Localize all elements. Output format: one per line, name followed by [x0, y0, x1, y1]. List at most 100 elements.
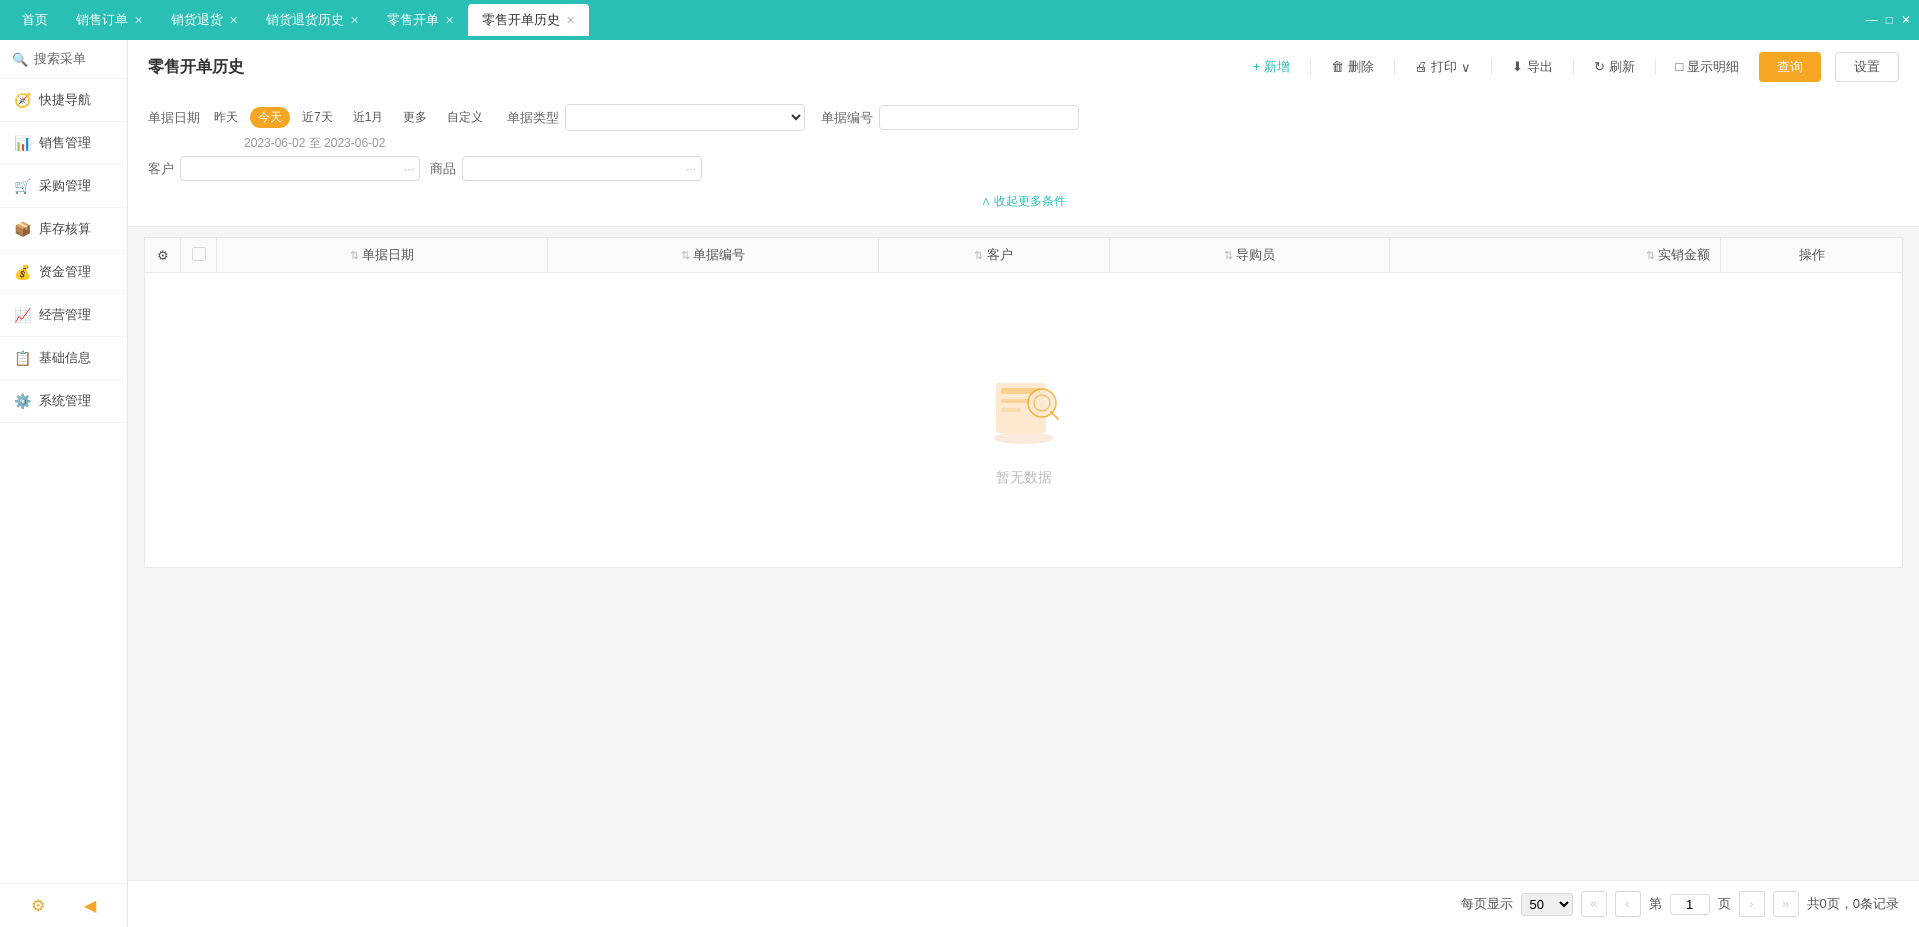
- delete-button[interactable]: 🗑 删除: [1325, 54, 1380, 80]
- doc-type-filter: 单据类型: [507, 104, 805, 131]
- tab-home[interactable]: 首页: [8, 11, 62, 29]
- doc-no-input[interactable]: [879, 105, 1079, 130]
- customer-label: 客户: [148, 160, 174, 178]
- sidebar: 🔍 搜索采单 🧭 快捷导航 📊 销售管理 🛒 采购管理 📦 库存核算 💰 资金管…: [0, 40, 128, 927]
- tab-bar-right: — □ ✕: [1866, 13, 1911, 27]
- header-checkbox[interactable]: [192, 247, 206, 261]
- tab-retail-open-history[interactable]: 零售开单历史 ✕: [468, 4, 589, 36]
- goods-more-btn[interactable]: ···: [686, 162, 696, 176]
- date-option-last7[interactable]: 近7天: [294, 107, 341, 128]
- th-settings[interactable]: ⚙: [145, 238, 181, 273]
- table-header-row: ⚙ ⇅ 单据日期 ⇅ 单据编号 ⇅: [145, 238, 1903, 273]
- sidebar-item-sales-mgmt[interactable]: 📊 销售管理: [0, 122, 127, 165]
- close-icon[interactable]: ✕: [229, 14, 238, 27]
- divider: [1573, 59, 1574, 75]
- tab-retail-open[interactable]: 零售开单 ✕: [373, 4, 468, 36]
- close-icon[interactable]: ✕: [566, 14, 575, 27]
- date-option-last1month[interactable]: 近1月: [345, 107, 392, 128]
- add-button[interactable]: + 新增: [1247, 54, 1296, 80]
- th-actual-amount[interactable]: ⇅ 实销金额: [1390, 238, 1721, 273]
- per-page-select[interactable]: 50 10 20 100: [1521, 893, 1573, 916]
- th-customer[interactable]: ⇅ 客户: [879, 238, 1110, 273]
- divider: [1655, 59, 1656, 75]
- sidebar-item-inventory[interactable]: 📦 库存核算: [0, 208, 127, 251]
- svg-line-7: [1051, 412, 1058, 419]
- sidebar-item-purchase-mgmt[interactable]: 🛒 采购管理: [0, 165, 127, 208]
- last-page-btn[interactable]: »: [1773, 891, 1799, 917]
- next-page-btn[interactable]: ›: [1739, 891, 1765, 917]
- th-doc-date[interactable]: ⇅ 单据日期: [217, 238, 548, 273]
- svg-point-0: [994, 432, 1054, 444]
- sidebar-item-operations[interactable]: 📈 经营管理: [0, 294, 127, 337]
- filter-area: 单据日期 昨天 今天 近7天 近1月 更多 自定义 单据类型: [148, 94, 1899, 226]
- customer-filter: 客户 ···: [148, 156, 414, 181]
- window-maximize-btn[interactable]: □: [1886, 13, 1893, 27]
- empty-state: 暂无数据: [145, 273, 1902, 567]
- pagination-bar: 每页显示 50 10 20 100 « ‹ 第 页 › » 共0页，0条记录: [128, 880, 1919, 927]
- collapse-btn[interactable]: ∧ 收起更多条件: [971, 189, 1076, 214]
- sidebar-footer: ⚙ ◀: [0, 883, 127, 927]
- goods-input[interactable]: [462, 156, 702, 181]
- sidebar-item-basic-info[interactable]: 📋 基础信息: [0, 337, 127, 380]
- tab-sales-return[interactable]: 销货退货 ✕: [157, 4, 252, 36]
- print-button[interactable]: 🖨 打印 ∨: [1409, 54, 1478, 80]
- setting-button[interactable]: 设置: [1835, 52, 1899, 82]
- total-text: 共0页，0条记录: [1807, 895, 1899, 913]
- quick-nav-icon: 🧭: [14, 92, 31, 108]
- date-option-yesterday[interactable]: 昨天: [206, 107, 246, 128]
- content-area: 零售开单历史 + 新增 🗑 删除 🖨 打印 ∨: [128, 40, 1919, 927]
- sidebar-settings-btn[interactable]: ⚙: [31, 896, 45, 915]
- table-body: 暂无数据: [145, 273, 1903, 568]
- table-head: ⚙ ⇅ 单据日期 ⇅ 单据编号 ⇅: [145, 238, 1903, 273]
- th-checkbox[interactable]: [181, 238, 217, 273]
- sidebar-item-sys-mgmt[interactable]: ⚙️ 系统管理: [0, 380, 127, 423]
- sidebar-item-finance[interactable]: 💰 资金管理: [0, 251, 127, 294]
- refresh-button[interactable]: ↻ 刷新: [1588, 54, 1641, 80]
- sidebar-collapse-btn[interactable]: ◀: [84, 896, 96, 915]
- finance-icon: 💰: [14, 264, 31, 280]
- window-close-btn[interactable]: ✕: [1901, 13, 1911, 27]
- print-arrow-icon: ∨: [1461, 60, 1471, 75]
- svg-rect-4: [1001, 408, 1021, 412]
- operations-icon: 📈: [14, 307, 31, 323]
- window-minimize-btn[interactable]: —: [1866, 13, 1878, 27]
- date-option-custom[interactable]: 自定义: [439, 107, 491, 128]
- goods-filter: 商品 ···: [430, 156, 696, 181]
- export-button[interactable]: ⬇ 导出: [1506, 54, 1559, 80]
- sort-icon-up: ⇅: [350, 249, 359, 261]
- query-button[interactable]: 查询: [1759, 52, 1821, 82]
- first-page-btn[interactable]: «: [1581, 891, 1607, 917]
- page-input[interactable]: [1670, 894, 1710, 915]
- doc-type-select[interactable]: [565, 104, 805, 131]
- date-option-more[interactable]: 更多: [395, 107, 435, 128]
- th-guide[interactable]: ⇅ 导购员: [1109, 238, 1390, 273]
- customer-more-btn[interactable]: ···: [404, 162, 414, 176]
- divider: [1394, 59, 1395, 75]
- page-title-row: 零售开单历史 + 新增 🗑 删除 🖨 打印 ∨: [148, 52, 1899, 82]
- display-cols-button[interactable]: □ 显示明细: [1670, 54, 1745, 80]
- close-icon[interactable]: ✕: [350, 14, 359, 27]
- sidebar-item-quick-nav[interactable]: 🧭 快捷导航: [0, 79, 127, 122]
- th-doc-no[interactable]: ⇅ 单据编号: [548, 238, 879, 273]
- tab-sales-order[interactable]: 销售订单 ✕: [62, 4, 157, 36]
- divider: [1310, 59, 1311, 75]
- toolbar: + 新增 🗑 删除 🖨 打印 ∨ ⬇ 导出: [1247, 52, 1899, 82]
- filter-row-1: 单据日期 昨天 今天 近7天 近1月 更多 自定义 单据类型: [148, 104, 1899, 131]
- sort-icon: ⇅: [974, 249, 983, 261]
- page-header: 零售开单历史 + 新增 🗑 删除 🖨 打印 ∨: [128, 40, 1919, 227]
- empty-illustration: [974, 353, 1074, 453]
- customer-input[interactable]: [180, 156, 420, 181]
- empty-text: 暂无数据: [996, 469, 1052, 487]
- th-operation: 操作: [1721, 238, 1903, 273]
- main-layout: 🔍 搜索采单 🧭 快捷导航 📊 销售管理 🛒 采购管理 📦 库存核算 💰 资金管…: [0, 40, 1919, 927]
- page-label: 第: [1649, 895, 1662, 913]
- tab-sales-return-history[interactable]: 销货退货历史 ✕: [252, 4, 373, 36]
- prev-page-btn[interactable]: ‹: [1615, 891, 1641, 917]
- goods-label: 商品: [430, 160, 456, 178]
- sidebar-search[interactable]: 🔍 搜索采单: [0, 40, 127, 79]
- filter-collapse-row: ∧ 收起更多条件: [148, 189, 1899, 220]
- date-option-today[interactable]: 今天: [250, 107, 290, 128]
- doc-no-filter: 单据编号: [821, 105, 1079, 130]
- close-icon[interactable]: ✕: [445, 14, 454, 27]
- close-icon[interactable]: ✕: [134, 14, 143, 27]
